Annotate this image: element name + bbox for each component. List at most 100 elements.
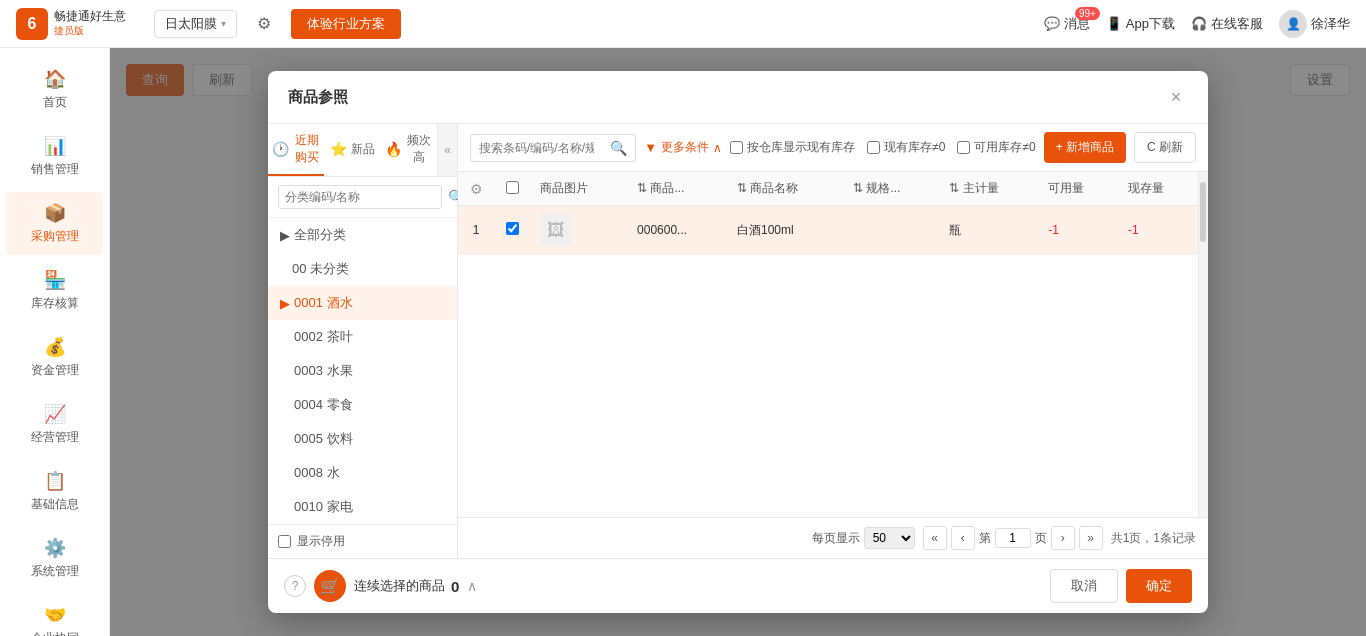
left-panel-collapse-button[interactable]: « [437,124,457,176]
app-download-nav-item[interactable]: 📱 App下载 [1106,15,1175,33]
warehouse-stock-label: 按仓库显示现有库存 [747,139,855,156]
user-profile[interactable]: 👤 徐泽华 [1279,10,1350,38]
modal-header: 商品参照 × [268,71,1208,124]
category-all[interactable]: ▶ 全部分类 [268,218,457,252]
sidebar-item-basic-info[interactable]: 📋 基础信息 [6,460,103,523]
more-filter-button[interactable]: ▼ 更多条件 ∧ [644,139,722,156]
next-page-button[interactable]: › [1051,526,1075,550]
tab-frequent[interactable]: 🔥 频次高 [381,124,437,176]
product-code: 000600... [627,206,727,255]
page-size-select[interactable]: 10 20 50 100 [864,527,915,549]
sidebar-item-label: 企业协同 [31,630,79,636]
store-selector[interactable]: 日太阳膜 ▾ [154,10,237,38]
filter-icon: ▼ [644,140,657,155]
col-label: 现存量 [1128,181,1164,195]
first-page-button[interactable]: « [923,526,947,550]
product-available: -1 [1038,206,1118,255]
col-label: 商品... [650,181,684,195]
sidebar-item-label: 资金管理 [31,362,79,379]
col-header-available: 可用量 [1038,172,1118,206]
category-0002[interactable]: 0002 茶叶 [268,320,457,354]
product-spec [843,206,939,255]
table-scrollbar[interactable] [1198,172,1208,517]
online-service-label: 在线客服 [1211,15,1263,33]
sort-icon[interactable]: ⇅ [737,181,747,195]
sidebar-item-purchase[interactable]: 📦 采购管理 [6,192,103,255]
sidebar-item-label: 首页 [43,94,67,111]
category-00[interactable]: 00 未分类 [268,252,457,286]
show-disabled-label[interactable]: 显示停用 [297,533,345,550]
home-icon: 🏠 [44,68,66,90]
arrow-icon: ▶ [280,296,290,311]
online-service-nav-item[interactable]: 🎧 在线客服 [1191,15,1263,33]
sort-icon[interactable]: ⇅ [637,181,647,195]
sidebar-item-management[interactable]: 📈 经营管理 [6,393,103,456]
current-page-input[interactable] [995,528,1031,548]
modal-close-button[interactable]: × [1164,85,1188,109]
col-label: 商品名称 [750,181,798,195]
row-checkbox[interactable] [506,222,519,235]
logo-line1: 畅捷通好生意 [54,9,126,25]
category-0008[interactable]: 0008 水 [268,456,457,490]
category-0005[interactable]: 0005 饮料 [268,422,457,456]
warehouse-stock-checkbox[interactable]: 按仓库显示现有库存 [730,139,855,156]
modal-title: 商品参照 [288,88,348,107]
category-0004[interactable]: 0004 零食 [268,388,457,422]
category-search-input[interactable] [278,185,442,209]
available-stock-checkbox[interactable]: 现有库存≠0 [867,139,945,156]
show-disabled-checkbox[interactable] [278,535,291,548]
table-row[interactable]: 1 🖼 000600... [458,206,1198,255]
tab-recent-purchase[interactable]: 🕐 近期购买 [268,124,324,176]
cancel-button[interactable]: 取消 [1050,569,1118,603]
page-prefix: 第 [979,530,991,547]
col-label: 可用量 [1048,181,1084,195]
page-size-label: 每页显示 [812,530,860,547]
help-icon[interactable]: ? [284,575,306,597]
product-search-input[interactable] [471,136,602,160]
main-layout: 🏠 首页 📊 销售管理 📦 采购管理 🏪 库存核算 💰 资金管理 📈 经营管理 … [0,48,1366,636]
sort-icon[interactable]: ⇅ [853,181,863,195]
sidebar-item-inventory[interactable]: 🏪 库存核算 [6,259,103,322]
sidebar-item-system[interactable]: ⚙️ 系统管理 [6,527,103,590]
recent-icon: 🕐 [272,141,289,157]
select-all-checkbox[interactable] [506,181,519,194]
prev-page-button[interactable]: ‹ [951,526,975,550]
usable-stock-checkbox[interactable]: 可用库存≠0 [957,139,1035,156]
app-download-label: App下载 [1126,15,1175,33]
cart-icon[interactable]: 🛒 [314,570,346,602]
left-panel: 🕐 近期购买 ⭐ 新品 🔥 频次高 « [268,124,458,558]
selected-count: 0 [451,578,459,595]
enterprise-icon: 🤝 [44,604,66,626]
category-0010[interactable]: 0010 家电 [268,490,457,524]
category-label: 全部分类 [294,226,346,244]
product-reference-modal: 商品参照 × 🕐 近期购买 ⭐ 新 [268,71,1208,613]
confirm-button[interactable]: 确定 [1126,569,1192,603]
new-icon: ⭐ [330,141,347,157]
product-search-button[interactable]: 🔍 [602,135,635,161]
sidebar-item-label: 库存核算 [31,295,79,312]
refresh-button[interactable]: C 刷新 [1134,132,1196,163]
footer-collapse-arrow[interactable]: ∧ [467,578,477,594]
sort-icon[interactable]: ⇅ [949,181,959,195]
sidebar-item-sales[interactable]: 📊 销售管理 [6,125,103,188]
pagination: 每页显示 10 20 50 100 « ‹ [458,517,1208,558]
category-0001[interactable]: ▶ 0001 酒水 [268,286,457,320]
product-table: ⚙ 商品图片 [458,172,1198,255]
sidebar-item-finance[interactable]: 💰 资金管理 [6,326,103,389]
usable-stock-label: 可用库存≠0 [974,139,1035,156]
last-page-button[interactable]: » [1079,526,1103,550]
category-0003[interactable]: 0003 水果 [268,354,457,388]
column-settings-icon[interactable]: ⚙ [470,181,483,197]
sidebar-item-enterprise[interactable]: 🤝 企业协同 [6,594,103,636]
tab-new-products[interactable]: ⭐ 新品 [324,124,380,176]
user-name: 徐泽华 [1311,15,1350,33]
avatar: 👤 [1279,10,1307,38]
messages-nav-item[interactable]: 💬 消息 99+ [1044,15,1090,33]
logo-line2: 捷员版 [54,24,126,38]
trial-button[interactable]: 体验行业方案 [291,9,401,39]
sidebar-item-home[interactable]: 🏠 首页 [6,58,103,121]
modal-footer: ? 🛒 连续选择的商品 0 ∧ 取消 确定 [268,558,1208,613]
selected-label: 连续选择的商品 [354,577,445,595]
add-product-button[interactable]: + 新增商品 [1044,132,1126,163]
settings-icon[interactable]: ⚙ [249,9,279,39]
